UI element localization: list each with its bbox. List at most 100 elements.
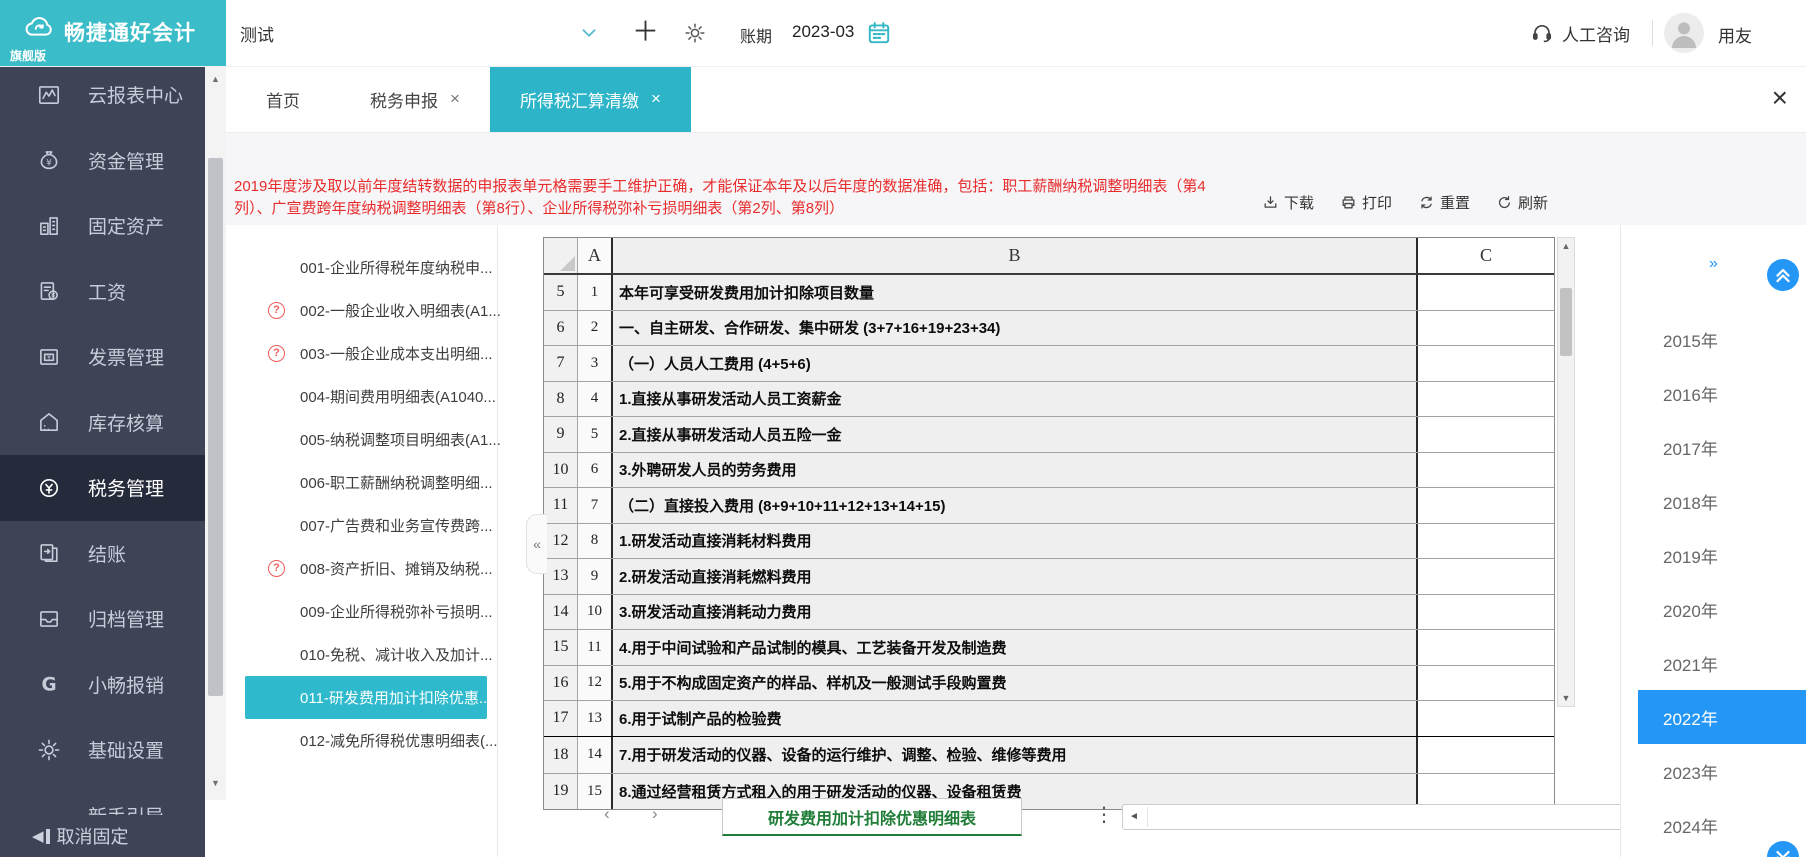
next-sheet-arrow[interactable]: › [652, 804, 658, 824]
help-icon[interactable]: ? [268, 560, 285, 577]
page-tab[interactable]: 税务申报 × [340, 66, 490, 132]
unpin-sidebar-button[interactable]: ◀ 取消固定 [0, 815, 205, 857]
sidebar-item[interactable]: 基础设置 [0, 717, 205, 783]
sidebar-item[interactable]: 资金管理 [0, 128, 205, 194]
page-tab[interactable]: 所得税汇算清缴 × [489, 66, 691, 132]
row-number-cell[interactable]: 9 [544, 417, 578, 452]
cell-b[interactable]: 1.直接从事研发活动人员工资薪金 [611, 381, 1416, 416]
year-item[interactable]: 2016年 [1621, 366, 1806, 420]
row-number-cell[interactable]: 10 [544, 452, 578, 487]
cell-a[interactable]: 9 [578, 559, 611, 594]
row-number-cell[interactable]: 11 [544, 488, 578, 523]
page-tab[interactable]: 首页 × [226, 66, 340, 132]
report-list-item[interactable]: ? 006-职工薪酬纳税调整明细... [226, 461, 497, 504]
row-number-cell[interactable]: 19 [544, 774, 578, 809]
cell-a[interactable]: 4 [578, 381, 611, 416]
grid-vertical-scrollbar[interactable]: ▲ ▼ [1557, 237, 1575, 707]
sidebar-item[interactable]: 归档管理 [0, 586, 205, 652]
cell-b[interactable]: 5.用于不构成固定资产的样品、样机及一般测试手段购置费 [611, 665, 1416, 700]
row-number-cell[interactable]: 17 [544, 701, 578, 736]
cell-c[interactable] [1416, 417, 1554, 452]
year-item[interactable]: 2021年 [1621, 636, 1806, 690]
cell-c[interactable] [1416, 665, 1554, 700]
row-number-cell[interactable]: 13 [544, 559, 578, 594]
cell-b[interactable]: 1.研发活动直接消耗材料费用 [611, 523, 1416, 558]
cell-a[interactable]: 11 [578, 630, 611, 665]
more-sheets-icon[interactable]: ⋮ [1094, 802, 1114, 827]
report-list-item[interactable]: ? 012-减免所得税优惠明细表(... [226, 719, 498, 762]
sidebar-item[interactable]: 发票管理 [0, 324, 205, 390]
cell-c[interactable] [1416, 701, 1554, 736]
cell-b[interactable]: 6.用于试制产品的检验费 [611, 701, 1416, 736]
new-tab-button[interactable]: ＋ [632, 14, 659, 50]
report-list-item[interactable]: ? 002-一般企业收入明细表(A1... [226, 289, 501, 332]
year-item[interactable]: 2015年 [1621, 312, 1806, 366]
sidebar-item[interactable]: 税务管理 [0, 455, 205, 521]
row-number-cell[interactable]: 16 [544, 665, 578, 700]
close-page-icon[interactable]: × [1772, 82, 1788, 114]
column-header-a[interactable]: A [578, 238, 611, 273]
report-list-item[interactable]: ? 009-企业所得税弥补亏损明... [226, 590, 497, 633]
grid-horizontal-scrollbar[interactable]: ◄ ► [1122, 804, 1668, 830]
report-list-item[interactable]: ? 011-研发费用加计扣除优惠... [245, 676, 491, 719]
brand-logo[interactable]: 畅捷通好会计 旗舰版 [0, 0, 226, 66]
scroll-down-arrow-icon[interactable]: ▼ [205, 778, 226, 788]
cell-b[interactable]: 2.直接从事研发活动人员五险一金 [611, 417, 1416, 452]
toolbar-button[interactable]: 打印 [1340, 192, 1392, 213]
column-header-c[interactable]: C [1416, 238, 1554, 273]
close-tab-icon[interactable]: × [651, 89, 661, 109]
row-number-cell[interactable]: 12 [544, 523, 578, 558]
cell-c[interactable] [1416, 346, 1554, 381]
sidebar-item[interactable]: 库存核算 [0, 390, 205, 456]
cell-c[interactable] [1416, 630, 1554, 665]
scroll-up-arrow-icon[interactable]: ▲ [1558, 241, 1574, 251]
report-list-item[interactable]: ? 004-期间费用明细表(A1040... [226, 375, 497, 418]
cell-b[interactable]: （二）直接投入费用 (8+9+10+11+12+13+14+15) [611, 488, 1416, 523]
cell-c[interactable] [1416, 559, 1554, 594]
report-list-item[interactable]: ? 003-一般企业成本支出明细... [226, 332, 497, 375]
avatar[interactable] [1664, 13, 1704, 53]
year-item[interactable]: 2019年 [1621, 528, 1806, 582]
cell-c[interactable] [1416, 594, 1554, 629]
help-icon[interactable]: ? [268, 302, 285, 319]
sidebar-item[interactable]: 云报表中心 [0, 66, 205, 128]
scroll-left-arrow-icon[interactable]: ◄ [1129, 811, 1139, 822]
cell-b[interactable]: 4.用于中间试验和产品试制的模具、工艺装备开发及制造费 [611, 630, 1416, 665]
report-list-item[interactable]: ? 001-企业所得税年度纳税申... [226, 246, 497, 289]
calendar-icon[interactable] [866, 20, 892, 46]
report-list-item[interactable]: ? 007-广告费和业务宣传费跨... [226, 504, 497, 547]
cell-a[interactable]: 13 [578, 701, 611, 736]
toolbar-button[interactable]: 刷新 [1496, 192, 1548, 213]
cell-b[interactable]: 3.研发活动直接消耗动力费用 [611, 594, 1416, 629]
cell-a[interactable]: 12 [578, 665, 611, 700]
cell-c[interactable] [1416, 310, 1554, 345]
sidebar-item[interactable]: 结账 [0, 521, 205, 587]
cell-b[interactable]: 7.用于研发活动的仪器、设备的运行维护、调整、检验、维修等费用 [611, 736, 1416, 773]
cell-b[interactable]: 2.研发活动直接消耗燃料费用 [611, 559, 1416, 594]
sidebar-item[interactable]: 小畅报销 [0, 652, 205, 718]
year-item[interactable]: 2020年 [1621, 582, 1806, 636]
toolbar-button[interactable]: 下载 [1262, 192, 1314, 213]
row-number-cell[interactable]: 14 [544, 594, 578, 629]
cell-a[interactable]: 3 [578, 346, 611, 381]
scrollbar-thumb[interactable] [1560, 288, 1572, 356]
gear-icon[interactable] [683, 21, 707, 45]
close-tab-icon[interactable]: × [450, 89, 460, 109]
expand-panel-icon[interactable]: » [1709, 255, 1718, 273]
cell-c[interactable] [1416, 452, 1554, 487]
cell-b[interactable]: 一、自主研发、合作研发、集中研发 (3+7+16+19+23+34) [611, 310, 1416, 345]
help-icon[interactable]: ? [268, 345, 285, 362]
cell-b[interactable]: 3.外聘研发人员的劳务费用 [611, 452, 1416, 487]
sidebar-item[interactable]: 固定资产 [0, 193, 205, 259]
cell-a[interactable]: 1 [578, 275, 611, 310]
cell-a[interactable]: 14 [578, 736, 611, 773]
cell-c[interactable] [1416, 736, 1554, 773]
year-item[interactable]: 2022年 [1638, 690, 1806, 744]
scroll-to-top-button[interactable] [1767, 259, 1799, 291]
report-list-item[interactable]: ? 010-免税、减计收入及加计... [226, 633, 497, 676]
cell-a[interactable]: 8 [578, 523, 611, 558]
row-number-cell[interactable]: 7 [544, 346, 578, 381]
column-header-b[interactable]: B [611, 238, 1416, 273]
cell-c[interactable] [1416, 381, 1554, 416]
scroll-up-arrow-icon[interactable]: ▲ [205, 74, 226, 84]
